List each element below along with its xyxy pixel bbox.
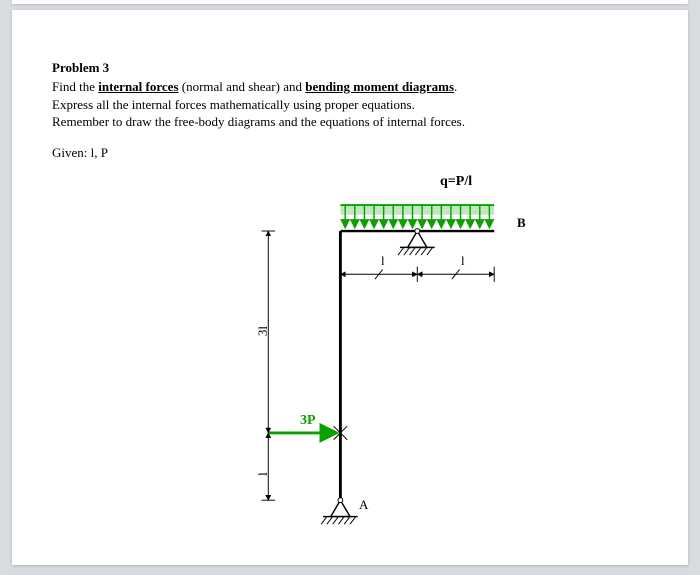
text-underline: internal forces bbox=[98, 79, 178, 94]
dim-horizontal bbox=[340, 266, 494, 281]
label-l-right: l bbox=[461, 253, 465, 269]
document-page: Problem 3 Find the internal forces (norm… bbox=[12, 10, 688, 565]
beam-support bbox=[398, 228, 435, 254]
text-segment: . bbox=[454, 79, 457, 94]
structural-diagram: q=P/l B A 3P 3l l l l bbox=[52, 171, 648, 541]
distributed-load bbox=[340, 205, 494, 228]
label-3p: 3P bbox=[300, 413, 316, 429]
text-segment: (normal and shear) and bbox=[179, 79, 306, 94]
label-q: q=P/l bbox=[440, 174, 472, 190]
dim-vertical bbox=[262, 231, 275, 500]
problem-title: Problem 3 bbox=[52, 60, 648, 76]
pin-support-a bbox=[321, 497, 358, 523]
problem-line-1: Find the internal forces (normal and she… bbox=[52, 78, 648, 96]
label-3l: 3l bbox=[255, 326, 271, 336]
label-l-left: l bbox=[381, 253, 385, 269]
text-segment: Find the bbox=[52, 79, 98, 94]
text-underline: bending moment diagrams bbox=[305, 79, 454, 94]
problem-line-2: Express all the internal forces mathemat… bbox=[52, 96, 648, 114]
label-a: A bbox=[359, 497, 368, 513]
given-line: Given: l, P bbox=[52, 145, 648, 161]
diagram-svg bbox=[52, 171, 648, 541]
problem-line-3: Remember to draw the free-body diagrams … bbox=[52, 113, 648, 131]
label-b: B bbox=[517, 215, 526, 231]
label-l-vert: l bbox=[255, 472, 271, 476]
